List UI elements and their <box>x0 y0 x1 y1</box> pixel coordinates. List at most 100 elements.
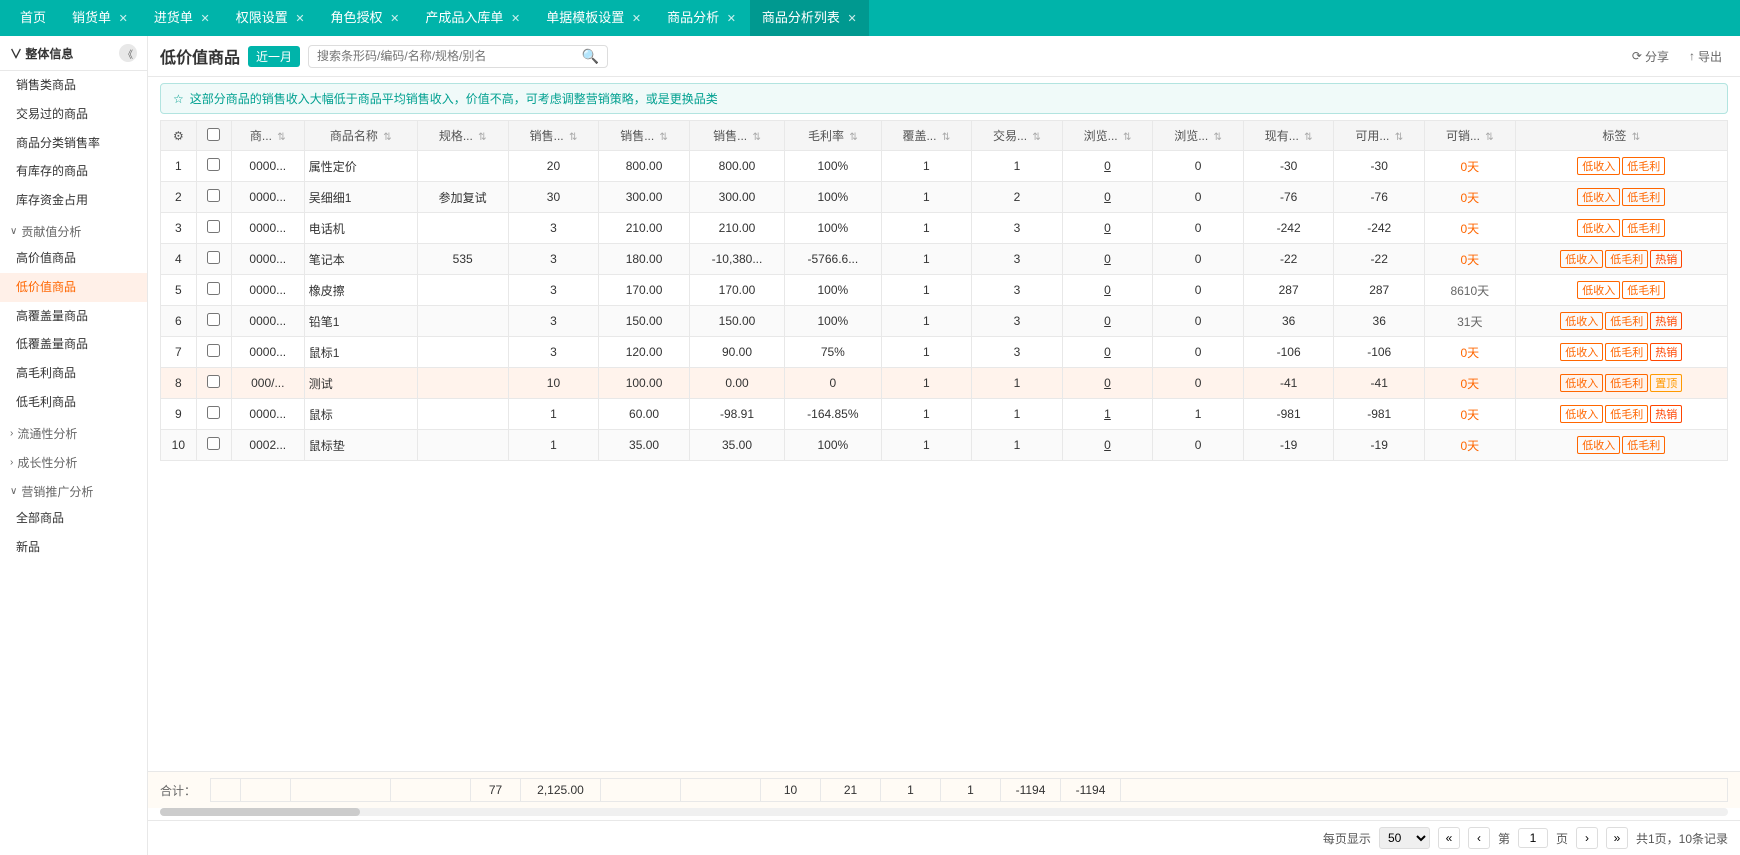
row-checkbox[interactable] <box>207 375 220 388</box>
close-icon[interactable]: ✕ <box>727 13 736 25</box>
th-available-stock[interactable]: 可用... ⇅ <box>1334 121 1425 151</box>
row-checkbox[interactable] <box>207 406 220 419</box>
close-icon[interactable]: ✕ <box>511 13 520 25</box>
next-page-button[interactable]: › <box>1576 827 1598 849</box>
prev-page-button[interactable]: ‹ <box>1468 827 1490 849</box>
th-checkbox[interactable] <box>196 121 231 151</box>
close-icon[interactable]: ✕ <box>119 13 128 25</box>
select-all-checkbox[interactable] <box>207 128 220 141</box>
cell-checkbox[interactable] <box>196 430 231 461</box>
sidebar-item-high-coverage[interactable]: 高覆盖量商品 <box>0 302 147 331</box>
first-page-button[interactable]: « <box>1438 827 1460 849</box>
sidebar-item-category-sales-rate[interactable]: 商品分类销售率 <box>0 129 147 158</box>
browse-link[interactable]: 0 <box>1104 221 1111 235</box>
cell-checkbox[interactable] <box>196 182 231 213</box>
nav-sales[interactable]: 销货单 ✕ <box>60 0 140 36</box>
sidebar-item-stock-products[interactable]: 有库存的商品 <box>0 157 147 186</box>
row-checkbox[interactable] <box>207 220 220 233</box>
cell-browse1[interactable]: 0 <box>1062 430 1153 461</box>
sidebar-item-all-products[interactable]: 全部商品 <box>0 504 147 533</box>
per-page-select[interactable]: 50 100 200 <box>1379 827 1430 849</box>
nav-product-analysis-list[interactable]: 商品分析列表 ✕ <box>750 0 869 36</box>
cell-browse1[interactable]: 0 <box>1062 306 1153 337</box>
nav-roles[interactable]: 角色授权 ✕ <box>319 0 412 36</box>
th-current-stock[interactable]: 现有... ⇅ <box>1243 121 1334 151</box>
scrollbar-thumb[interactable] <box>160 808 360 816</box>
th-code[interactable]: 商... ⇅ <box>231 121 304 151</box>
row-checkbox[interactable] <box>207 344 220 357</box>
browse-link[interactable]: 0 <box>1104 376 1111 390</box>
cell-browse1[interactable]: 0 <box>1062 182 1153 213</box>
export-button[interactable]: ↑ 导出 <box>1683 45 1728 68</box>
page-input[interactable] <box>1518 828 1548 848</box>
th-sales-amount[interactable]: 销售... ⇅ <box>599 121 690 151</box>
sidebar-item-sales-products[interactable]: 销售类商品 <box>0 71 147 100</box>
th-margin-rate[interactable]: 毛利率 ⇅ <box>785 121 881 151</box>
sidebar-group-liquidity[interactable]: › 流通性分析 <box>0 417 147 446</box>
browse-link[interactable]: 0 <box>1104 345 1111 359</box>
collapse-button[interactable]: 《 <box>119 44 137 62</box>
search-input[interactable] <box>317 49 578 63</box>
cell-checkbox[interactable] <box>196 337 231 368</box>
row-checkbox[interactable] <box>207 158 220 171</box>
th-name[interactable]: 商品名称 ⇅ <box>304 121 417 151</box>
th-sales-profit[interactable]: 销售... ⇅ <box>689 121 784 151</box>
cell-browse1[interactable]: 0 <box>1062 244 1153 275</box>
sidebar-group-marketing[interactable]: ∨ 营销推广分析 <box>0 475 147 504</box>
browse-link[interactable]: 0 <box>1104 283 1111 297</box>
cell-browse1[interactable]: 0 <box>1062 213 1153 244</box>
browse-link[interactable]: 0 <box>1104 314 1111 328</box>
close-icon[interactable]: ✕ <box>390 13 399 25</box>
th-sales-qty[interactable]: 销售... ⇅ <box>508 121 599 151</box>
close-icon[interactable]: ✕ <box>848 13 857 25</box>
cell-browse1[interactable]: 1 <box>1062 399 1153 430</box>
cell-browse1[interactable]: 0 <box>1062 368 1153 399</box>
cell-checkbox[interactable] <box>196 151 231 182</box>
cell-checkbox[interactable] <box>196 213 231 244</box>
browse-link[interactable]: 1 <box>1104 407 1111 421</box>
nav-product-analysis[interactable]: 商品分析 ✕ <box>655 0 748 36</box>
th-trade[interactable]: 交易... ⇅ <box>972 121 1063 151</box>
th-coverage[interactable]: 覆盖... ⇅ <box>881 121 972 151</box>
close-icon[interactable]: ✕ <box>295 13 304 25</box>
close-icon[interactable]: ✕ <box>632 13 641 25</box>
sidebar-item-low-margin[interactable]: 低毛利商品 <box>0 388 147 417</box>
share-button[interactable]: ⟳ 分享 <box>1626 45 1675 68</box>
nav-products-in[interactable]: 产成品入库单 ✕ <box>413 0 532 36</box>
nav-purchase[interactable]: 进货单 ✕ <box>142 0 222 36</box>
horizontal-scrollbar[interactable] <box>160 808 1728 816</box>
sidebar-item-low-value[interactable]: 低价值商品 <box>0 273 147 302</box>
th-settings[interactable]: ⚙ <box>161 121 197 151</box>
row-checkbox[interactable] <box>207 313 220 326</box>
cell-checkbox[interactable] <box>196 275 231 306</box>
browse-link[interactable]: 0 <box>1104 159 1111 173</box>
row-checkbox[interactable] <box>207 437 220 450</box>
sidebar-item-new-products[interactable]: 新品 <box>0 533 147 562</box>
sidebar-item-low-coverage[interactable]: 低覆盖量商品 <box>0 330 147 359</box>
close-icon[interactable]: ✕ <box>200 13 209 25</box>
browse-link[interactable]: 0 <box>1104 190 1111 204</box>
th-tags[interactable]: 标签 ⇅ <box>1515 121 1727 151</box>
browse-link[interactable]: 0 <box>1104 438 1111 452</box>
sidebar-item-high-margin[interactable]: 高毛利商品 <box>0 359 147 388</box>
th-browse2[interactable]: 浏览... ⇅ <box>1153 121 1244 151</box>
th-sellable-stock[interactable]: 可销... ⇅ <box>1425 121 1516 151</box>
sidebar-group-growth[interactable]: › 成长性分析 <box>0 446 147 475</box>
nav-home[interactable]: 首页 <box>8 0 58 36</box>
nav-permissions[interactable]: 权限设置 ✕ <box>224 0 317 36</box>
sidebar-item-traded-products[interactable]: 交易过的商品 <box>0 100 147 129</box>
cell-checkbox[interactable] <box>196 399 231 430</box>
filter-tag-recent[interactable]: 近一月 <box>248 46 300 67</box>
nav-template[interactable]: 单据模板设置 ✕ <box>534 0 653 36</box>
cell-checkbox[interactable] <box>196 368 231 399</box>
cell-browse1[interactable]: 0 <box>1062 275 1153 306</box>
sidebar-group-contribution[interactable]: ∨ 贡献值分析 <box>0 215 147 244</box>
row-checkbox[interactable] <box>207 251 220 264</box>
search-icon[interactable]: 🔍 <box>582 48 599 65</box>
row-checkbox[interactable] <box>207 282 220 295</box>
cell-checkbox[interactable] <box>196 244 231 275</box>
th-browse1[interactable]: 浏览... ⇅ <box>1062 121 1153 151</box>
browse-link[interactable]: 0 <box>1104 252 1111 266</box>
cell-checkbox[interactable] <box>196 306 231 337</box>
row-checkbox[interactable] <box>207 189 220 202</box>
